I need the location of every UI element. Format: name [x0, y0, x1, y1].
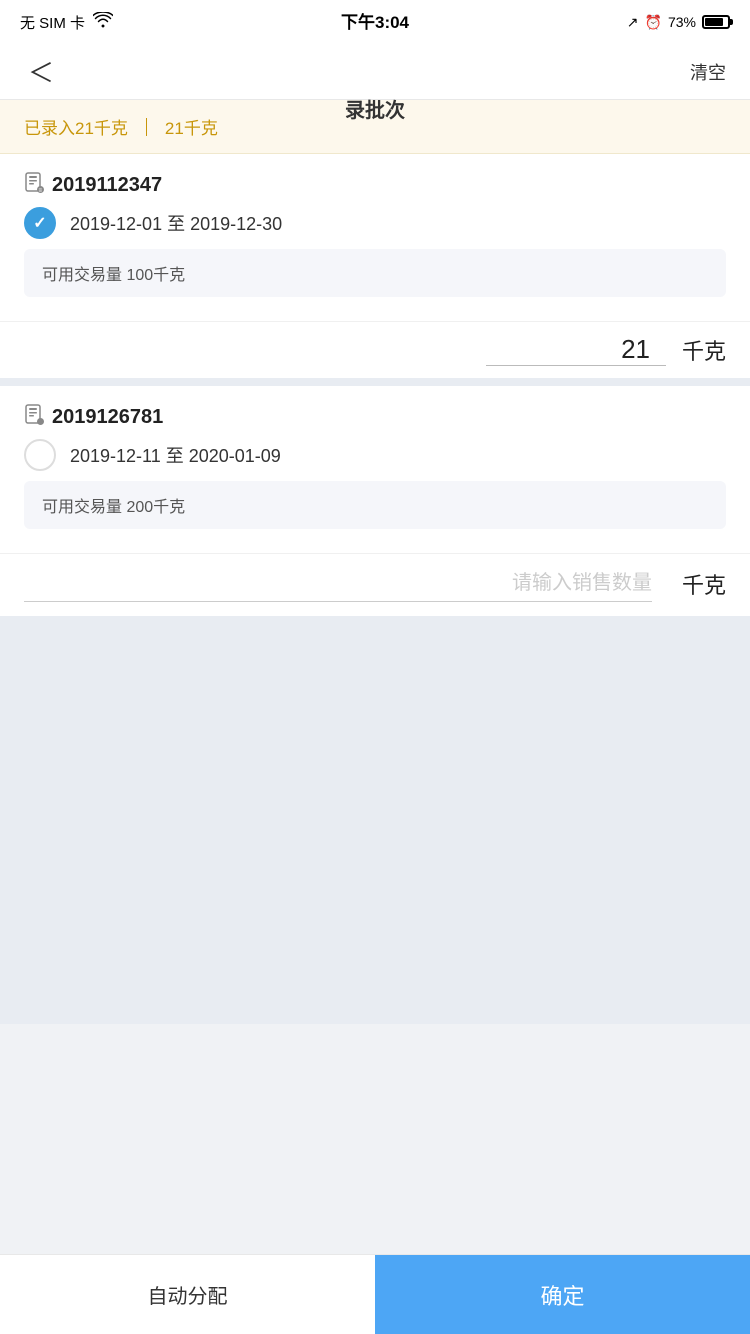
batch-section-2: 2019126781 ✓ 2019-12-11 至 2020-01-09 可用交… [0, 386, 750, 624]
back-button[interactable]: ＜ [24, 49, 58, 94]
batch-availability-1: 可用交易量 100千克 [24, 249, 726, 297]
alarm-icon: ⏰ [645, 14, 662, 31]
content-area: 已录入21千克 21千克 ≡ 2019112347 [0, 100, 750, 1104]
batch-avail-text-2: 可用交易量 200千克 [42, 499, 185, 516]
summary-label: 已录入21千克 [24, 114, 128, 139]
radio-check-1: ✓ [33, 213, 46, 233]
batch-id-1: 2019112347 [52, 174, 162, 197]
batch-item-1: ≡ 2019112347 ✓ 2019-12-01 至 2019-12-30 可… [0, 154, 750, 322]
input-unit-2: 千克 [682, 568, 726, 600]
clear-button[interactable]: 清空 [690, 59, 726, 85]
batch-header-2: 2019126781 [24, 404, 726, 431]
quantity-placeholder-2[interactable]: 请输入销售数量 [512, 566, 652, 595]
batch-section-1: ≡ 2019112347 ✓ 2019-12-01 至 2019-12-30 可… [0, 154, 750, 386]
status-time: 下午3:04 [341, 8, 409, 33]
battery-icon [702, 15, 730, 29]
confirm-button[interactable]: 确定 [375, 1255, 750, 1334]
quantity-row-1: 21 千克 [0, 322, 750, 386]
batch-header-1: ≡ 2019112347 [24, 172, 726, 199]
batch-item-2: 2019126781 ✓ 2019-12-11 至 2020-01-09 可用交… [0, 386, 750, 554]
batch-id-icon-2 [24, 404, 46, 431]
batch-radio-2[interactable]: ✓ [24, 439, 56, 471]
batch-date-2: 2019-12-11 至 2020-01-09 [70, 442, 281, 468]
summary-amount: 21千克 [165, 114, 218, 139]
status-right: ↗ ⏰ 73% [627, 14, 730, 31]
status-bar: 无 SIM 卡 下午3:04 ↗ ⏰ 73% [0, 0, 750, 44]
summary-divider [146, 118, 147, 136]
status-left: 无 SIM 卡 [20, 12, 113, 33]
bottom-bar: 自动分配 确定 [0, 1254, 750, 1334]
carrier-text: 无 SIM 卡 [20, 12, 85, 33]
empty-area [0, 624, 750, 1024]
quantity-unit-1: 千克 [682, 334, 726, 366]
auto-distribute-button[interactable]: 自动分配 [0, 1255, 375, 1334]
batch-id-icon-1: ≡ [24, 172, 46, 199]
batch-date-row-1[interactable]: ✓ 2019-12-01 至 2019-12-30 [24, 207, 726, 239]
batch-date-1: 2019-12-01 至 2019-12-30 [70, 210, 282, 236]
batch-id-2: 2019126781 [52, 406, 163, 429]
wifi-icon [93, 12, 113, 32]
page-title: 录批次 [345, 94, 405, 123]
svg-text:≡: ≡ [39, 188, 43, 194]
batch-availability-2: 可用交易量 200千克 [24, 481, 726, 529]
quantity-value-1[interactable]: 21 [621, 334, 650, 365]
nav-bar: ＜ 录批次 清空 [0, 44, 750, 100]
input-row-2: 请输入销售数量 千克 [0, 554, 750, 624]
batch-radio-1[interactable]: ✓ [24, 207, 56, 239]
batch-date-row-2[interactable]: ✓ 2019-12-11 至 2020-01-09 [24, 439, 726, 471]
battery-percent: 73% [668, 14, 696, 30]
location-icon: ↗ [627, 14, 639, 31]
batch-avail-text-1: 可用交易量 100千克 [42, 267, 185, 284]
